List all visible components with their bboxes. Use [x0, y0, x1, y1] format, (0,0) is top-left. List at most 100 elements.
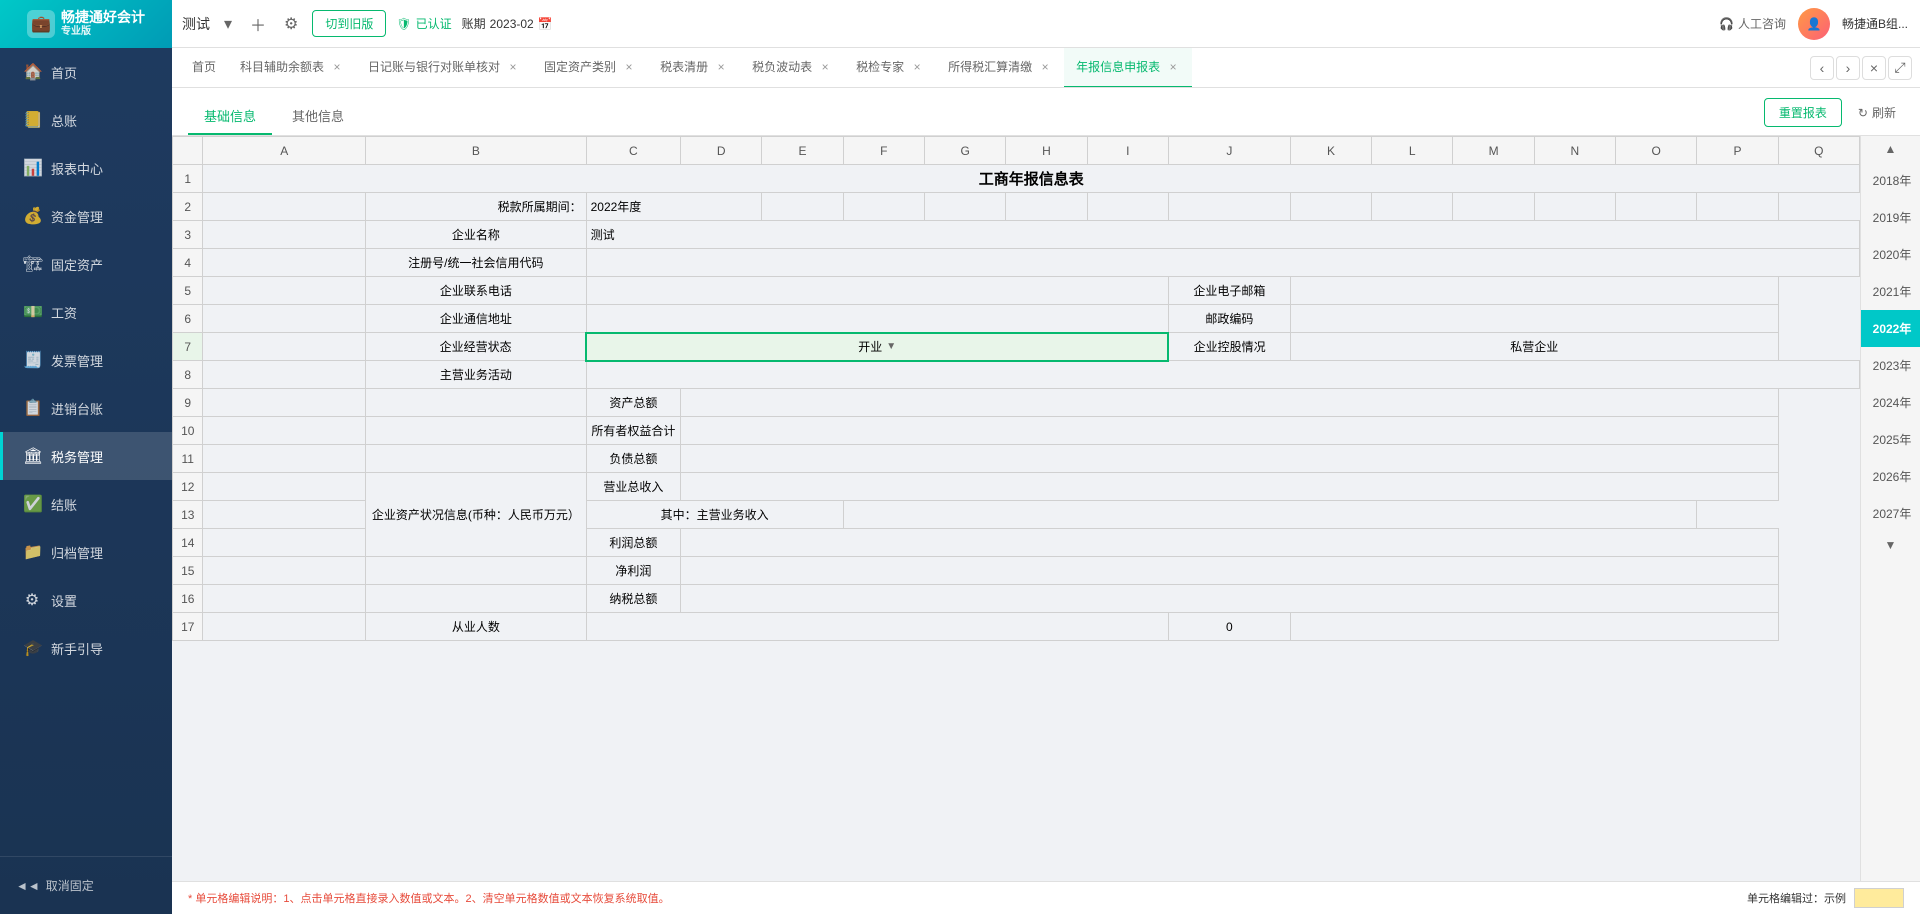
cell-2p[interactable]: [1697, 193, 1778, 221]
cell-14d[interactable]: [681, 529, 1779, 557]
cell-17a[interactable]: [203, 613, 366, 641]
cell-2a[interactable]: [203, 193, 366, 221]
cell-17c[interactable]: [586, 613, 1168, 641]
cell-2g[interactable]: [925, 193, 1006, 221]
tab-home[interactable]: 首页: [180, 48, 228, 88]
sidebar-item-guide[interactable]: 🎓 新手引导: [0, 624, 172, 672]
cell-15d[interactable]: [681, 557, 1779, 585]
title-cell[interactable]: 工商年报信息表: [203, 165, 1860, 193]
year-item-2018[interactable]: 2018年: [1861, 162, 1920, 199]
cell-3c[interactable]: 测试: [586, 221, 1859, 249]
cell-3b[interactable]: 企业名称: [366, 221, 587, 249]
year-item-2024[interactable]: 2024年: [1861, 384, 1920, 421]
cell-11c[interactable]: 负债总额: [586, 445, 681, 473]
reset-report-button[interactable]: 重置报表: [1764, 98, 1842, 127]
tab-journal-bank[interactable]: 日记账与银行对账单核对 ×: [356, 48, 532, 88]
year-panel-up[interactable]: ▲: [1861, 136, 1920, 162]
cell-7k[interactable]: 私营企业: [1290, 333, 1778, 361]
year-item-2021[interactable]: 2021年: [1861, 273, 1920, 310]
tab-close-tax-table[interactable]: ×: [714, 60, 728, 74]
sidebar-item-reports[interactable]: 📊 报表中心: [0, 144, 172, 192]
cell-5j[interactable]: 企业电子邮箱: [1168, 277, 1290, 305]
cell-6j[interactable]: 邮政编码: [1168, 305, 1290, 333]
unfix-button[interactable]: ◄◄ 取消固定: [0, 867, 172, 904]
sidebar-item-close[interactable]: ✅ 结账: [0, 480, 172, 528]
year-panel-down[interactable]: ▼: [1861, 532, 1920, 558]
cell-8c[interactable]: [586, 361, 1859, 389]
cell-2o[interactable]: [1616, 193, 1697, 221]
tab-close-journal[interactable]: ×: [506, 60, 520, 74]
sidebar-item-ledger[interactable]: 📒 总账: [0, 96, 172, 144]
add-icon[interactable]: ＋: [246, 8, 270, 40]
cell-6a[interactable]: [203, 305, 366, 333]
cell-2m[interactable]: [1453, 193, 1534, 221]
subtab-other[interactable]: 其他信息: [276, 98, 360, 135]
year-item-2027[interactable]: 2027年: [1861, 495, 1920, 532]
tab-next-button[interactable]: ›: [1836, 56, 1860, 80]
settings-icon[interactable]: ⚙: [280, 10, 302, 38]
cell-17j[interactable]: 0: [1168, 613, 1290, 641]
cell-11a[interactable]: [203, 445, 366, 473]
cell-15a[interactable]: [203, 557, 366, 585]
cell-16d[interactable]: [681, 585, 1779, 613]
tab-close-all-button[interactable]: ×: [1862, 56, 1886, 80]
cell-15c[interactable]: 净利润: [586, 557, 681, 585]
sidebar-item-finance[interactable]: 💰 资金管理: [0, 192, 172, 240]
sidebar-item-invoices[interactable]: 🧾 发票管理: [0, 336, 172, 384]
sidebar-item-archive[interactable]: 📁 归档管理: [0, 528, 172, 576]
cell-16c[interactable]: 纳税总额: [586, 585, 681, 613]
cell-6k[interactable]: [1290, 305, 1778, 333]
cell-9b[interactable]: [366, 389, 587, 417]
tab-tax-table[interactable]: 税表清册 ×: [648, 48, 740, 88]
year-item-2022[interactable]: 2022年: [1861, 310, 1920, 347]
cell-2n[interactable]: [1534, 193, 1615, 221]
cell-5b[interactable]: 企业联系电话: [366, 277, 587, 305]
subtab-basic[interactable]: 基础信息: [188, 98, 272, 135]
tab-close-fluctuation[interactable]: ×: [818, 60, 832, 74]
tab-fixed-assets[interactable]: 固定资产类别 ×: [532, 48, 648, 88]
cell-2j[interactable]: [1168, 193, 1290, 221]
cell-2e[interactable]: [762, 193, 843, 221]
sidebar-item-home[interactable]: 🏠 首页: [0, 48, 172, 96]
calendar-icon[interactable]: 📅: [538, 17, 553, 31]
cell-14a[interactable]: [203, 529, 366, 557]
tab-ledger-aux[interactable]: 科目辅助余额表 ×: [228, 48, 356, 88]
tab-close-ledger-aux[interactable]: ×: [330, 60, 344, 74]
tab-expand-button[interactable]: ⤢: [1888, 56, 1912, 80]
sidebar-item-settings[interactable]: ⚙ 设置: [0, 576, 172, 624]
cell-2b[interactable]: 税款所属期间：: [366, 193, 587, 221]
cell-4b[interactable]: 注册号/统一社会信用代码: [366, 249, 587, 277]
cell-2i[interactable]: [1087, 193, 1168, 221]
cell-11d[interactable]: [681, 445, 1779, 473]
cell-6c[interactable]: [586, 305, 1168, 333]
cell-8b[interactable]: 主营业务活动: [366, 361, 587, 389]
cell-12a[interactable]: [203, 473, 366, 501]
cell-14c[interactable]: 利润总额: [586, 529, 681, 557]
cell-5a[interactable]: [203, 277, 366, 305]
cell-5c[interactable]: [586, 277, 1168, 305]
tab-close-fixed[interactable]: ×: [622, 60, 636, 74]
cell-13f[interactable]: [843, 501, 1697, 529]
cell-3a[interactable]: [203, 221, 366, 249]
sidebar-item-wages[interactable]: 💵 工资: [0, 288, 172, 336]
cell-2l[interactable]: [1372, 193, 1453, 221]
cell-11b[interactable]: [366, 445, 587, 473]
tab-close-income[interactable]: ×: [1038, 60, 1052, 74]
tab-close-expert[interactable]: ×: [910, 60, 924, 74]
cell-16b[interactable]: [366, 585, 587, 613]
cell-10a[interactable]: [203, 417, 366, 445]
cell-10b[interactable]: [366, 417, 587, 445]
cell-10c[interactable]: 所有者权益合计: [586, 417, 681, 445]
spreadsheet-container[interactable]: A B C D E F G H I J K L M: [172, 136, 1860, 881]
cell-9c[interactable]: 资产总额: [586, 389, 681, 417]
refresh-button[interactable]: ↻ 刷新: [1850, 99, 1904, 126]
cell-13a[interactable]: [203, 501, 366, 529]
cell-17b[interactable]: 从业人数: [366, 613, 587, 641]
cell-4a[interactable]: [203, 249, 366, 277]
cell-7j[interactable]: 企业控股情况: [1168, 333, 1290, 361]
sidebar-item-tax[interactable]: 🏛 税务管理: [0, 432, 172, 480]
cell-2k[interactable]: [1290, 193, 1371, 221]
cell-12b-merged[interactable]: 企业资产状况信息(币种：人民币万元）: [366, 473, 587, 557]
cell-10d[interactable]: [681, 417, 1779, 445]
cell-7c-dropdown[interactable]: 开业 ▼: [586, 333, 1168, 361]
